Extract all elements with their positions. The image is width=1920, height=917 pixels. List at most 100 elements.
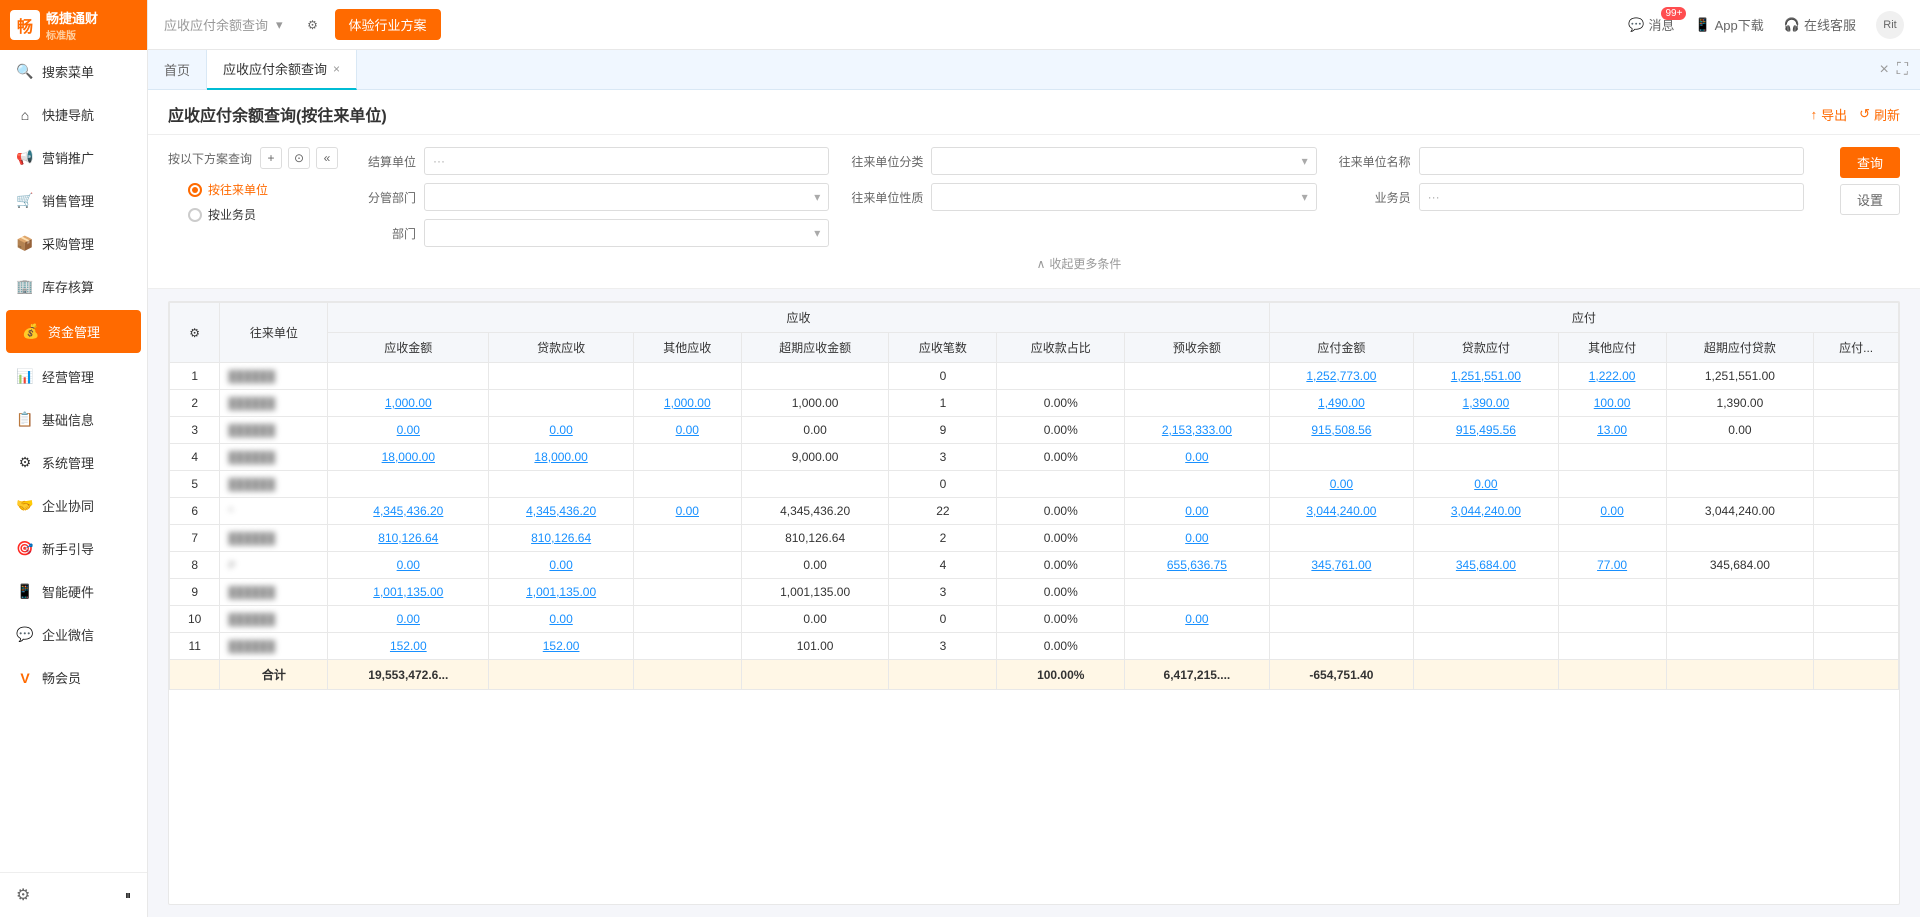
cell-link[interactable]: 0.00 xyxy=(1185,612,1208,626)
tab-home[interactable]: 首页 xyxy=(148,50,207,90)
sidebar-item-newbie[interactable]: 🎯 新手引导 xyxy=(0,527,147,570)
cell-ap-other xyxy=(1558,444,1666,471)
topbar-message[interactable]: 💬 消息 99+ xyxy=(1628,15,1674,34)
cell-link[interactable]: 1,252,773.00 xyxy=(1306,369,1376,383)
cell-link[interactable]: 3,044,240.00 xyxy=(1306,504,1376,518)
sidebar-item-smart-hw[interactable]: 📱 智能硬件 xyxy=(0,570,147,613)
filter-option-by-salesperson[interactable]: 按业务员 xyxy=(188,206,338,223)
cell-link[interactable]: 152.00 xyxy=(390,639,427,653)
topbar-app-download[interactable]: 📱 App下载 xyxy=(1694,15,1763,34)
partner-name-input[interactable] xyxy=(1419,147,1804,175)
cell-ap-amount: 1,252,773.00 xyxy=(1269,363,1414,390)
cell-link[interactable]: 2,153,333.00 xyxy=(1162,423,1232,437)
dept-input[interactable]: ▾ xyxy=(424,219,829,247)
window-close-icon[interactable]: × xyxy=(1879,61,1888,79)
settings-button[interactable]: 设置 xyxy=(1840,184,1900,215)
cell-ap-amount xyxy=(1269,606,1414,633)
export-button[interactable]: ↑ 导出 xyxy=(1811,105,1848,124)
sidebar-item-sales[interactable]: 🛒 销售管理 xyxy=(0,179,147,222)
filter-options-button[interactable]: ⊙ xyxy=(288,147,310,169)
branch-dept-input[interactable]: ▾ xyxy=(424,183,829,211)
solution-button[interactable]: 体验行业方案 xyxy=(335,9,441,40)
tab-ar-ap-query[interactable]: 应收应付余额查询 × xyxy=(207,50,357,90)
filter-collapse-button[interactable]: « xyxy=(316,147,338,169)
partner-nature-input[interactable]: ▾ xyxy=(931,183,1316,211)
partner-category-input[interactable]: ▾ xyxy=(931,147,1316,175)
cell-link[interactable]: 3,044,240.00 xyxy=(1451,504,1521,518)
cell-link[interactable]: 1,490.00 xyxy=(1318,396,1365,410)
cell-no: 11 xyxy=(170,633,220,660)
cell-link[interactable]: 100.00 xyxy=(1594,396,1631,410)
cell-link[interactable]: 0.00 xyxy=(397,612,420,626)
cell-link[interactable]: 1,222.00 xyxy=(1589,369,1636,383)
cell-link[interactable]: 810,126.64 xyxy=(378,531,438,545)
cell-ar-loan: 810,126.64 xyxy=(489,525,634,552)
topbar-gear-icon[interactable]: ⚙ xyxy=(299,11,327,39)
footer-ar-prepay: 6,417,215.... xyxy=(1125,660,1270,690)
cell-link[interactable]: 18,000.00 xyxy=(382,450,435,464)
topbar-service[interactable]: 🎧 在线客服 xyxy=(1784,15,1856,34)
sidebar-item-marketing[interactable]: 📢 营销推广 xyxy=(0,136,147,179)
filter-add-button[interactable]: + xyxy=(260,147,282,169)
cell-link[interactable]: 1,000.00 xyxy=(664,396,711,410)
tab-close-icon[interactable]: × xyxy=(333,62,340,76)
cell-link[interactable]: 1,000.00 xyxy=(385,396,432,410)
cell-link[interactable]: 152.00 xyxy=(543,639,580,653)
sidebar-collapse-icon[interactable]: ⏸ xyxy=(125,888,131,903)
sidebar-item-enterprise-collab[interactable]: 🤝 企业协同 xyxy=(0,484,147,527)
cell-link[interactable]: 13.00 xyxy=(1597,423,1627,437)
cell-link[interactable]: 1,001,135.00 xyxy=(526,585,596,599)
sidebar-item-purchase[interactable]: 📦 采购管理 xyxy=(0,222,147,265)
user-avatar[interactable]: Rit xyxy=(1876,11,1904,39)
cell-link[interactable]: 345,684.00 xyxy=(1456,558,1516,572)
sidebar-item-basic-info[interactable]: 📋 基础信息 xyxy=(0,398,147,441)
col-settings-header[interactable]: ⚙ xyxy=(170,303,220,363)
cell-link[interactable]: 0.00 xyxy=(676,504,699,518)
sidebar-item-search-menu[interactable]: 🔍 搜索菜单 xyxy=(0,50,147,93)
cell-link[interactable]: 810,126.64 xyxy=(531,531,591,545)
cell-link[interactable]: 345,761.00 xyxy=(1311,558,1371,572)
cell-link[interactable]: 1,001,135.00 xyxy=(373,585,443,599)
cell-link[interactable]: 0.00 xyxy=(1185,531,1208,545)
topbar-dropdown[interactable]: ▾ xyxy=(276,17,283,33)
cell-link[interactable]: 0.00 xyxy=(1185,504,1208,518)
window-expand-icon[interactable]: ⛶ xyxy=(1897,61,1908,79)
cell-link[interactable]: 915,508.56 xyxy=(1311,423,1371,437)
cell-link[interactable]: 77.00 xyxy=(1597,558,1627,572)
cell-link[interactable]: 0.00 xyxy=(549,423,572,437)
cell-ap-other xyxy=(1558,606,1666,633)
salesperson-input[interactable]: ··· xyxy=(1419,183,1804,211)
sidebar-item-member[interactable]: V 畅会员 xyxy=(0,656,147,699)
cell-link[interactable]: 0.00 xyxy=(397,423,420,437)
cell-link[interactable]: 1,390.00 xyxy=(1463,396,1510,410)
cell-ar-loan: 0.00 xyxy=(489,552,634,579)
sidebar-item-fund[interactable]: 💰 资金管理 xyxy=(6,310,141,353)
sidebar-item-system[interactable]: ⚙ 系统管理 xyxy=(0,441,147,484)
cell-link[interactable]: 1,251,551.00 xyxy=(1451,369,1521,383)
cell-link[interactable]: 0.00 xyxy=(676,423,699,437)
cell-link[interactable]: 4,345,436.20 xyxy=(373,504,443,518)
filter-option-by-partner[interactable]: 按往来单位 xyxy=(188,181,338,198)
cell-link[interactable]: 655,636.75 xyxy=(1167,558,1227,572)
jiesuan-unit-input[interactable]: ··· xyxy=(424,147,829,175)
query-button[interactable]: 查询 xyxy=(1840,147,1900,178)
sidebar-item-operation[interactable]: 📊 经营管理 xyxy=(0,355,147,398)
sidebar-item-quick-nav[interactable]: ⌂ 快捷导航 xyxy=(0,93,147,136)
cell-link[interactable]: 0.00 xyxy=(1185,450,1208,464)
cell-link[interactable]: 0.00 xyxy=(549,612,572,626)
settings-bottom-icon[interactable]: ⚙ xyxy=(16,885,30,905)
cell-link[interactable]: 0.00 xyxy=(1474,477,1497,491)
refresh-button[interactable]: ↺ 刷新 xyxy=(1859,105,1900,124)
sidebar-item-enterprise-wechat[interactable]: 💬 企业微信 xyxy=(0,613,147,656)
sidebar-item-inventory[interactable]: 🏢 库存核算 xyxy=(0,265,147,308)
cell-link[interactable]: 4,345,436.20 xyxy=(526,504,596,518)
cell-link[interactable]: 18,000.00 xyxy=(534,450,587,464)
cell-link[interactable]: 0.00 xyxy=(1600,504,1623,518)
cell-link[interactable]: 0.00 xyxy=(397,558,420,572)
filter-row-1: 结算单位 ··· 往来单位分类 ▾ 往来单位名称 xyxy=(354,147,1804,175)
cell-ap-other xyxy=(1558,633,1666,660)
cell-link[interactable]: 0.00 xyxy=(549,558,572,572)
cell-link[interactable]: 0.00 xyxy=(1330,477,1353,491)
cell-link[interactable]: 915,495.56 xyxy=(1456,423,1516,437)
collapse-more-button[interactable]: ∧ 收起更多条件 xyxy=(354,251,1804,276)
